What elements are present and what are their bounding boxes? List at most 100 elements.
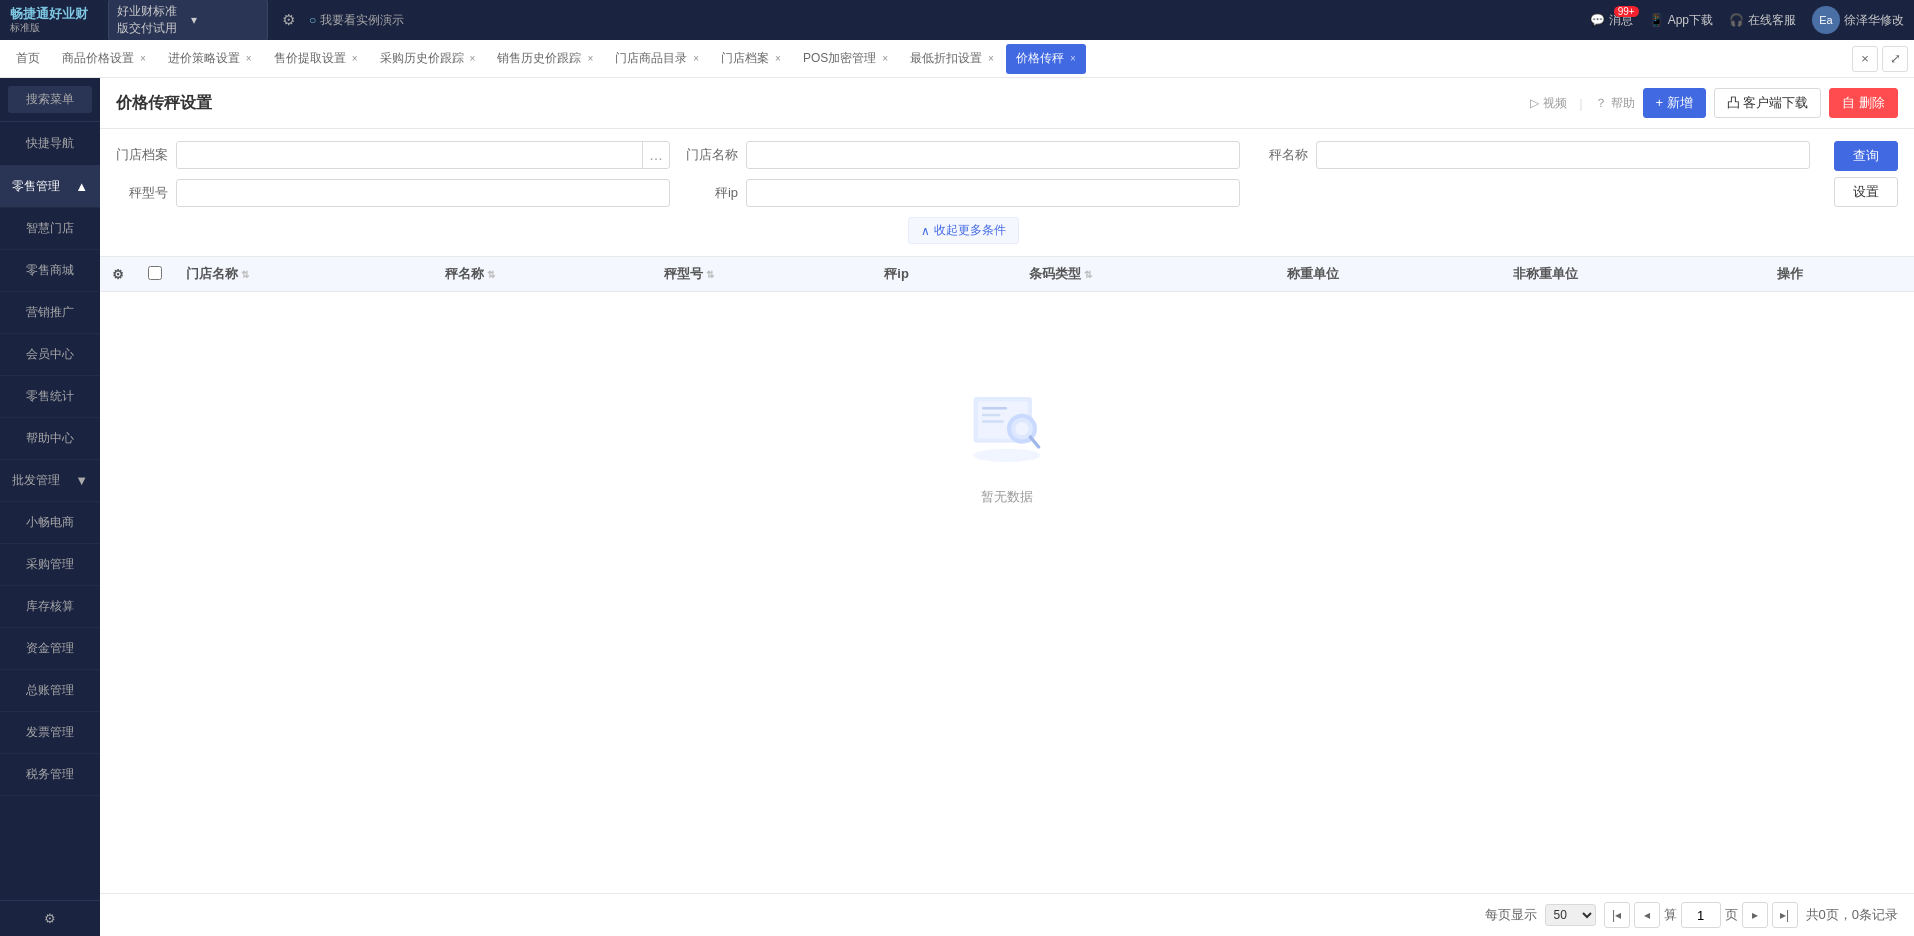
delete-btn[interactable]: 自 删除	[1829, 88, 1898, 118]
content-area: 价格传秤设置 ▷ 视频 | ？ 帮助 + 新增 凸 客户端下载 自 删除	[100, 78, 1914, 936]
sort-scale-name-icon[interactable]: ⇅	[487, 269, 495, 280]
sidebar-item-purchase-mgmt[interactable]: 采购管理	[0, 544, 100, 586]
tab-store-catalog-close[interactable]: ×	[693, 53, 699, 64]
svg-rect-8	[982, 414, 1000, 417]
store-file-input-group: …	[176, 141, 670, 169]
topbar-settings-icon[interactable]: ⚙	[278, 7, 299, 33]
filter-scale-ip: 秤ip	[686, 179, 1240, 207]
tab-price-setting-close[interactable]: ×	[140, 53, 146, 64]
per-page-select[interactable]: 50 10 20 100	[1545, 904, 1596, 926]
sidebar-item-accounting[interactable]: 总账管理	[0, 670, 100, 712]
scale-name-input[interactable]	[1316, 141, 1810, 169]
sidebar-item-retail-mall[interactable]: 零售商城	[0, 250, 100, 292]
sidebar-quicknav-area: 快捷导航	[0, 122, 100, 166]
tab-sale-extract[interactable]: 售价提取设置 ×	[264, 44, 368, 74]
scale-name-label: 秤名称	[1256, 146, 1308, 164]
page-first-btn[interactable]: |◂	[1604, 902, 1630, 928]
sidebar-item-retail-mgmt[interactable]: 零售管理 ▲	[0, 166, 100, 208]
page-prev-btn[interactable]: ◂	[1634, 902, 1660, 928]
sidebar-item-retail-stats[interactable]: 零售统计	[0, 376, 100, 418]
tab-min-discount-close[interactable]: ×	[988, 53, 994, 64]
help-btn[interactable]: ？ 帮助	[1595, 95, 1635, 112]
scale-ip-input[interactable]	[746, 179, 1240, 207]
query-btn[interactable]: 查询	[1834, 141, 1898, 171]
sidebar-item-finance[interactable]: 资金管理	[0, 628, 100, 670]
sort-scale-model-icon[interactable]: ⇅	[706, 269, 714, 280]
filter-store-name: 门店名称	[686, 141, 1240, 169]
tab-pos-manage[interactable]: POS加密管理 ×	[793, 44, 898, 74]
sidebar-accounting-label: 总账管理	[26, 682, 74, 699]
add-btn[interactable]: + 新增	[1643, 88, 1706, 118]
online-service-btn[interactable]: 🎧 在线客服	[1729, 12, 1796, 29]
page-next-btn[interactable]: ▸	[1742, 902, 1768, 928]
sidebar-item-inventory[interactable]: 库存核算	[0, 586, 100, 628]
page-unit-label: 页	[1725, 906, 1738, 924]
quick-nav-btn[interactable]: 快捷导航	[8, 130, 92, 157]
help-label: 帮助	[1611, 95, 1635, 112]
tab-home[interactable]: 首页	[6, 44, 50, 74]
user-area[interactable]: Ea 徐泽华修改	[1812, 6, 1904, 34]
message-badge: 99+	[1614, 6, 1639, 17]
video-help-btn[interactable]: ▷ 视频	[1530, 95, 1567, 112]
search-menu-btn[interactable]: 搜索菜单	[8, 86, 92, 113]
sort-barcode-icon[interactable]: ⇅	[1084, 269, 1092, 280]
sidebar-item-help-center[interactable]: 帮助中心	[0, 418, 100, 460]
tab-expand-btn[interactable]: ⤢	[1882, 46, 1908, 72]
tab-sale-extract-close[interactable]: ×	[352, 53, 358, 64]
sidebar: 搜索菜单 快捷导航 零售管理 ▲ 智慧门店 零售商城 营销推广 会员中心 零售统…	[0, 78, 100, 936]
page-title: 价格传秤设置	[116, 93, 212, 114]
store-file-input[interactable]	[177, 141, 642, 169]
tab-close-all-btn[interactable]: ×	[1852, 46, 1878, 72]
sort-store-name-icon[interactable]: ⇅	[241, 269, 249, 280]
tab-store-file-close[interactable]: ×	[775, 53, 781, 64]
tab-purchase-strategy[interactable]: 进价策略设置 ×	[158, 44, 262, 74]
filter-actions: 查询 设置	[1834, 141, 1898, 207]
sidebar-item-batch-mgmt[interactable]: 批发管理 ▼	[0, 460, 100, 502]
tab-store-file[interactable]: 门店档案 ×	[711, 44, 791, 74]
sidebar-item-invoice[interactable]: 发票管理	[0, 712, 100, 754]
svg-point-5	[1015, 422, 1028, 435]
sidebar-item-xiaochang[interactable]: 小畅电商	[0, 502, 100, 544]
tab-price-setting[interactable]: 商品价格设置 ×	[52, 44, 156, 74]
message-btn[interactable]: 💬 消息 99+	[1590, 12, 1633, 29]
table-header-row: ⚙ 门店名称 ⇅ 秤名称	[100, 257, 1914, 292]
tab-sale-history-close[interactable]: ×	[587, 53, 593, 64]
video-label: 视频	[1543, 95, 1567, 112]
tab-store-catalog[interactable]: 门店商品目录 ×	[605, 44, 709, 74]
logo-title: 畅捷通好业财	[10, 6, 88, 22]
demo-link[interactable]: 我要看实例演示	[309, 12, 404, 29]
tab-min-discount[interactable]: 最低折扣设置 ×	[900, 44, 1004, 74]
tab-purchase-history[interactable]: 采购历史价跟踪 ×	[370, 44, 486, 74]
th-settings[interactable]: ⚙	[100, 257, 136, 292]
sidebar-marketing-label: 营销推广	[26, 304, 74, 321]
tab-purchase-history-close[interactable]: ×	[470, 53, 476, 64]
sidebar-item-smart-store[interactable]: 智慧门店	[0, 208, 100, 250]
logo: 畅捷通好业财 标准版	[10, 6, 88, 34]
download-btn[interactable]: 凸 客户端下载	[1714, 88, 1822, 118]
sidebar-settings-btn[interactable]: ⚙	[0, 900, 100, 936]
tab-pos-manage-close[interactable]: ×	[882, 53, 888, 64]
page-last-btn[interactable]: ▸|	[1772, 902, 1798, 928]
store-name-input[interactable]	[746, 141, 1240, 169]
sidebar-item-member-center[interactable]: 会员中心	[0, 334, 100, 376]
app-download-label: App下载	[1668, 12, 1713, 29]
sidebar-help-center-label: 帮助中心	[26, 430, 74, 447]
th-scale-name: 秤名称 ⇅	[433, 257, 653, 292]
app-download-btn[interactable]: 📱 App下载	[1649, 12, 1713, 29]
sidebar-item-marketing[interactable]: 营销推广	[0, 292, 100, 334]
version-label: 好业财标准版交付试用	[117, 3, 186, 37]
page-number-input[interactable]	[1681, 902, 1721, 928]
select-all-checkbox[interactable]	[148, 266, 162, 280]
tab-purchase-strategy-label: 进价策略设置	[168, 50, 240, 67]
scale-model-input[interactable]	[176, 179, 670, 207]
per-page-label: 每页显示	[1485, 906, 1537, 924]
tab-purchase-strategy-close[interactable]: ×	[246, 53, 252, 64]
collapse-btn[interactable]: ∧ 收起更多条件	[908, 217, 1019, 244]
tab-price-scale-close[interactable]: ×	[1070, 53, 1076, 64]
sidebar-item-tax[interactable]: 税务管理	[0, 754, 100, 796]
store-file-dots-btn[interactable]: …	[642, 142, 669, 168]
version-selector[interactable]: 好业财标准版交付试用 ▾	[108, 0, 268, 41]
set-btn[interactable]: 设置	[1834, 177, 1898, 207]
tab-price-scale[interactable]: 价格传秤 ×	[1006, 44, 1086, 74]
tab-sale-history[interactable]: 销售历史价跟踪 ×	[487, 44, 603, 74]
